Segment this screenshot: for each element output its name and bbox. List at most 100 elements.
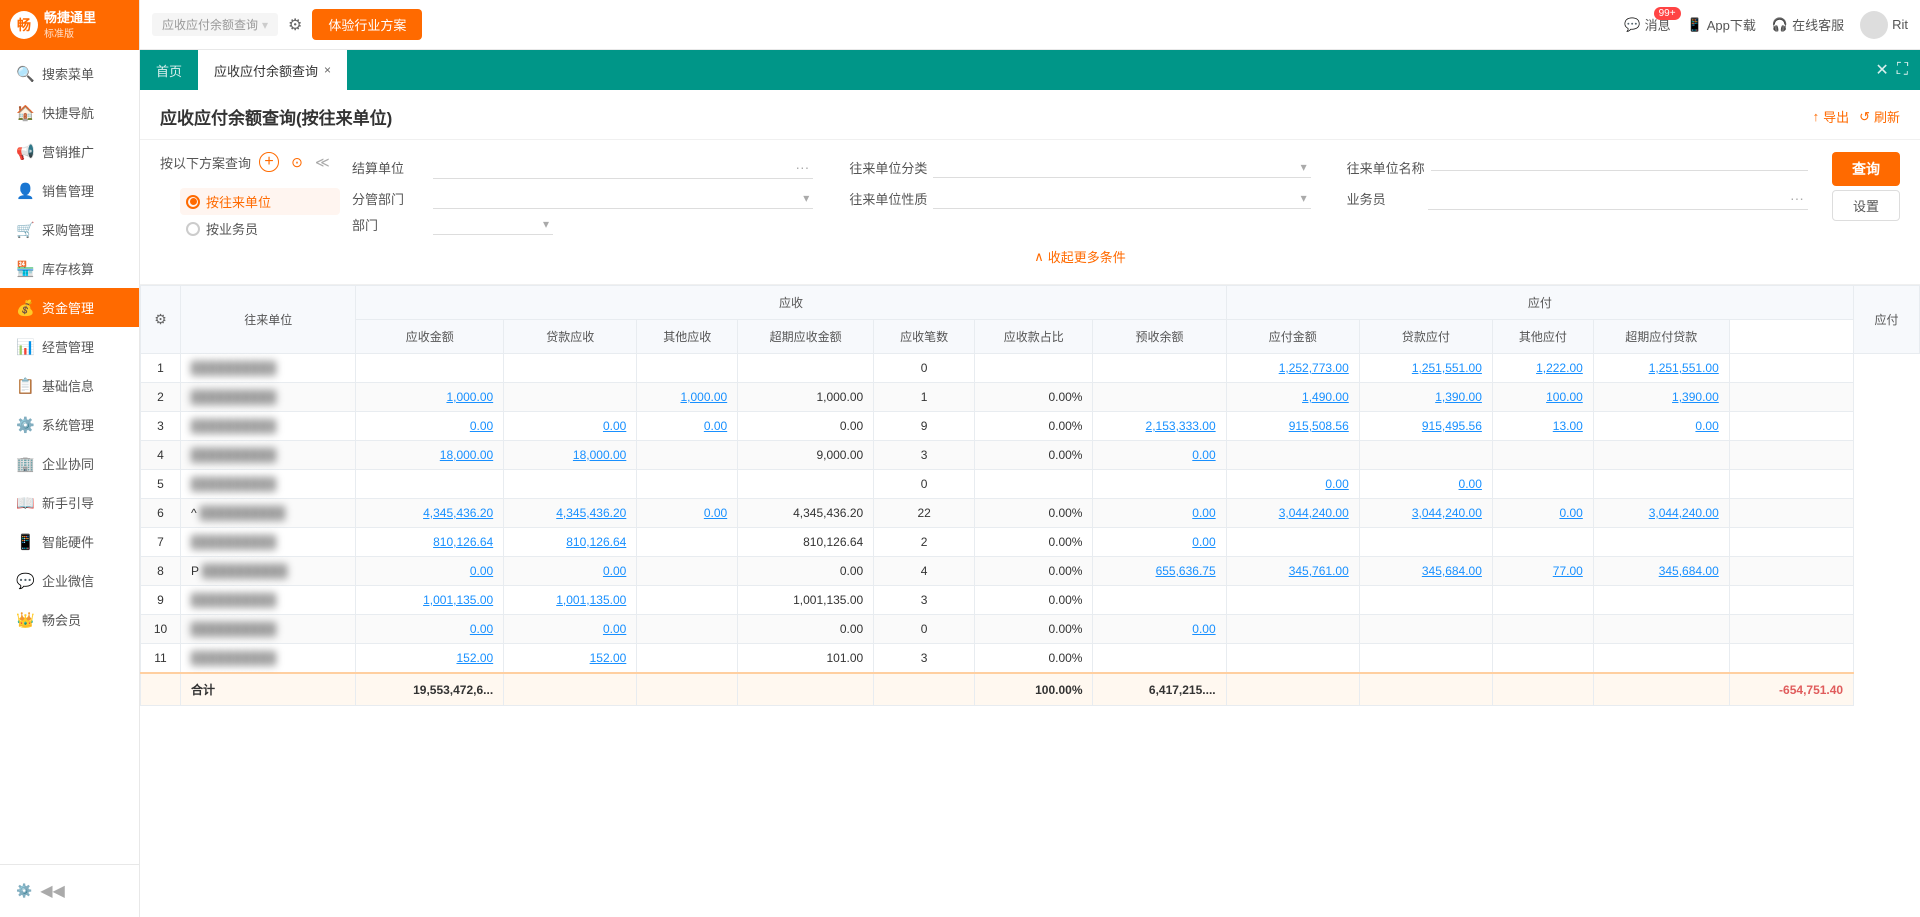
partner-cat-input[interactable]: ▾ — [933, 157, 1310, 178]
refresh-button[interactable]: ↺ 刷新 — [1859, 107, 1900, 126]
settlement-ellipsis[interactable]: ··· — [795, 159, 809, 175]
sidebar-item-finance[interactable]: 💰 资金管理 — [0, 288, 139, 327]
industry-btn[interactable]: 体验行业方案 — [312, 9, 422, 40]
user-avatar — [1860, 11, 1888, 39]
footer-ar-overdue — [738, 673, 874, 706]
operation-icon: 📊 — [16, 338, 34, 356]
service-label: 在线客服 — [1792, 15, 1844, 34]
sidebar-item-basic-info[interactable]: 📋 基础信息 — [0, 366, 139, 405]
scheme-by-salesman[interactable]: 按业务员 — [180, 215, 340, 242]
page: 应收应付余额查询(按往来单位) ↑ 导出 ↺ 刷新 — [140, 90, 1920, 917]
th-ap-amount: 应付金额 — [1226, 320, 1359, 354]
tab-home[interactable]: 首页 — [140, 50, 198, 90]
settlement-label: 结算单位 — [352, 158, 427, 177]
sidebar-item-enterprise[interactable]: 🏢 企业协同 — [0, 444, 139, 483]
enterprise-icon: 🏢 — [16, 455, 34, 473]
tab-ar-ap[interactable]: 应收应付余额查询 × — [198, 50, 347, 90]
search-menu-icon: 🔍 — [16, 65, 34, 83]
filter-section: 按以下方案查询 + ⊙ ≪ 按往来单位 — [140, 140, 1920, 285]
sidebar-item-label: 营销推广 — [42, 142, 94, 161]
export-button[interactable]: ↑ 导出 — [1813, 107, 1850, 126]
tab-home-label: 首页 — [156, 61, 182, 80]
main-content: 应收应付余额查询 ▾ ⚙ 体验行业方案 💬 消息 99+ 📱 App下载 🎧 在… — [140, 0, 1920, 917]
th-ar-other: 其他应收 — [637, 320, 738, 354]
department-input[interactable]: ▾ — [433, 214, 553, 235]
dept-input[interactable]: ▾ — [433, 188, 813, 209]
topbar-right: 💬 消息 99+ 📱 App下载 🎧 在线客服 Rit — [1624, 11, 1908, 39]
guide-icon: 📖 — [16, 494, 34, 512]
partner-name-input[interactable] — [1431, 164, 1808, 171]
footer-ap-col: -654,751.40 — [1729, 673, 1853, 706]
footer-ar-prepay: 6,417,215.... — [1093, 673, 1226, 706]
smart-hw-icon: 📱 — [16, 533, 34, 551]
table-row: 7██████████810,126.64810,126.64810,126.6… — [141, 528, 1920, 557]
sidebar-item-vip[interactable]: 👑 畅会员 — [0, 600, 139, 639]
partner-name-label: 往来单位名称 — [1347, 158, 1425, 177]
sidebar-item-search[interactable]: 🔍 搜索菜单 — [0, 54, 139, 93]
scheme-by-partner[interactable]: 按往来单位 — [180, 188, 340, 215]
settlement-input[interactable]: ··· — [433, 156, 813, 179]
filter-col-partner-name: 往来单位名称 — [1347, 158, 1808, 177]
filter-main-row: 按以下方案查询 + ⊙ ≪ 按往来单位 — [160, 152, 1900, 272]
sidebar-item-label: 经营管理 — [42, 337, 94, 356]
filter-collapse-btn[interactable]: ≪ — [315, 154, 330, 171]
sidebar-item-wechat[interactable]: 💬 企业微信 — [0, 561, 139, 600]
sidebar-item-marketing[interactable]: 📢 营销推广 — [0, 132, 139, 171]
sidebar-item-purchase[interactable]: 🛒 采购管理 — [0, 210, 139, 249]
filter-add-btn[interactable]: + — [259, 152, 279, 172]
topbar-gear-icon[interactable]: ⚙ — [284, 11, 306, 39]
th-ar-count: 应收笔数 — [874, 320, 975, 354]
footer-label: 合计 — [181, 673, 356, 706]
sidebar-bottom-settings[interactable]: ⚙️ ◀◀ — [0, 873, 139, 909]
th-ar-group: 应收 — [356, 286, 1226, 320]
sidebar-item-sales[interactable]: 👤 销售管理 — [0, 171, 139, 210]
filter-fields-panel: 结算单位 ··· 往来单位分类 — [352, 152, 1808, 272]
collapse-more-btn[interactable]: ∧ 收起更多条件 — [1028, 241, 1132, 272]
footer-ar-other — [637, 673, 738, 706]
topbar-user[interactable]: Rit — [1860, 11, 1908, 39]
breadcrumb[interactable]: 应收应付余额查询 ▾ — [152, 13, 278, 36]
wechat-icon: 💬 — [16, 572, 34, 590]
partner-nature-input[interactable]: ▾ — [933, 188, 1310, 209]
sidebar-item-inventory[interactable]: 🏪 库存核算 — [0, 249, 139, 288]
settings-button[interactable]: 设置 — [1832, 190, 1900, 221]
service-icon: 🎧 — [1772, 17, 1788, 33]
salesman-input[interactable]: ··· — [1428, 187, 1808, 210]
tab-close-icon[interactable]: × — [324, 63, 331, 77]
tab-ar-ap-label: 应收应付余额查询 — [214, 61, 318, 80]
topbar-msg[interactable]: 💬 消息 99+ — [1624, 15, 1670, 34]
table-row: 4██████████18,000.0018,000.009,000.0030.… — [141, 441, 1920, 470]
sidebar-item-system[interactable]: ⚙️ 系统管理 — [0, 405, 139, 444]
topbar-app-download[interactable]: 📱 App下载 — [1687, 15, 1756, 34]
footer-ar-loan — [504, 673, 637, 706]
sidebar-item-operation[interactable]: 📊 经营管理 — [0, 327, 139, 366]
filter-col-partner-nature: 往来单位性质 ▾ — [849, 188, 1310, 209]
table-settings-icon[interactable]: ⚙ — [154, 311, 167, 327]
th-ap-other: 其他应付 — [1492, 320, 1593, 354]
collapse-more-icon: ∧ — [1034, 249, 1044, 265]
sidebar-item-smart-hw[interactable]: 📱 智能硬件 — [0, 522, 139, 561]
department-chevron: ▾ — [543, 217, 549, 231]
sidebar-item-quick-nav[interactable]: 🏠 快捷导航 — [0, 93, 139, 132]
filter-label: 按以下方案查询 — [160, 153, 251, 172]
sidebar-item-guide[interactable]: 📖 新手引导 — [0, 483, 139, 522]
dept-label: 分管部门 — [352, 189, 427, 208]
tab-maximize-icon[interactable]: ⛶ — [1897, 61, 1908, 79]
partner-cat-chevron: ▾ — [1301, 160, 1307, 174]
footer-ap-loan — [1359, 673, 1492, 706]
app-label: App下载 — [1707, 15, 1756, 34]
tabbar: 首页 应收应付余额查询 × ✕ ⛶ — [140, 50, 1920, 90]
topbar-service[interactable]: 🎧 在线客服 — [1772, 15, 1844, 34]
footer-ap-other — [1492, 673, 1593, 706]
sidebar-item-label: 企业微信 — [42, 571, 94, 590]
tab-close-window-icon[interactable]: ✕ — [1875, 60, 1888, 80]
scheme-salesman-label: 按业务员 — [206, 219, 258, 238]
th-ap-col: 应付 — [1854, 286, 1920, 354]
refresh-label: 刷新 — [1874, 107, 1900, 126]
salesman-label: 业务员 — [1347, 189, 1422, 208]
salesman-ellipsis[interactable]: ··· — [1790, 190, 1804, 206]
filter-target-btn[interactable]: ⊙ — [287, 152, 307, 172]
query-button[interactable]: 查询 — [1832, 152, 1900, 186]
th-ar-loan: 贷款应收 — [504, 320, 637, 354]
department-label: 部门 — [352, 215, 427, 234]
